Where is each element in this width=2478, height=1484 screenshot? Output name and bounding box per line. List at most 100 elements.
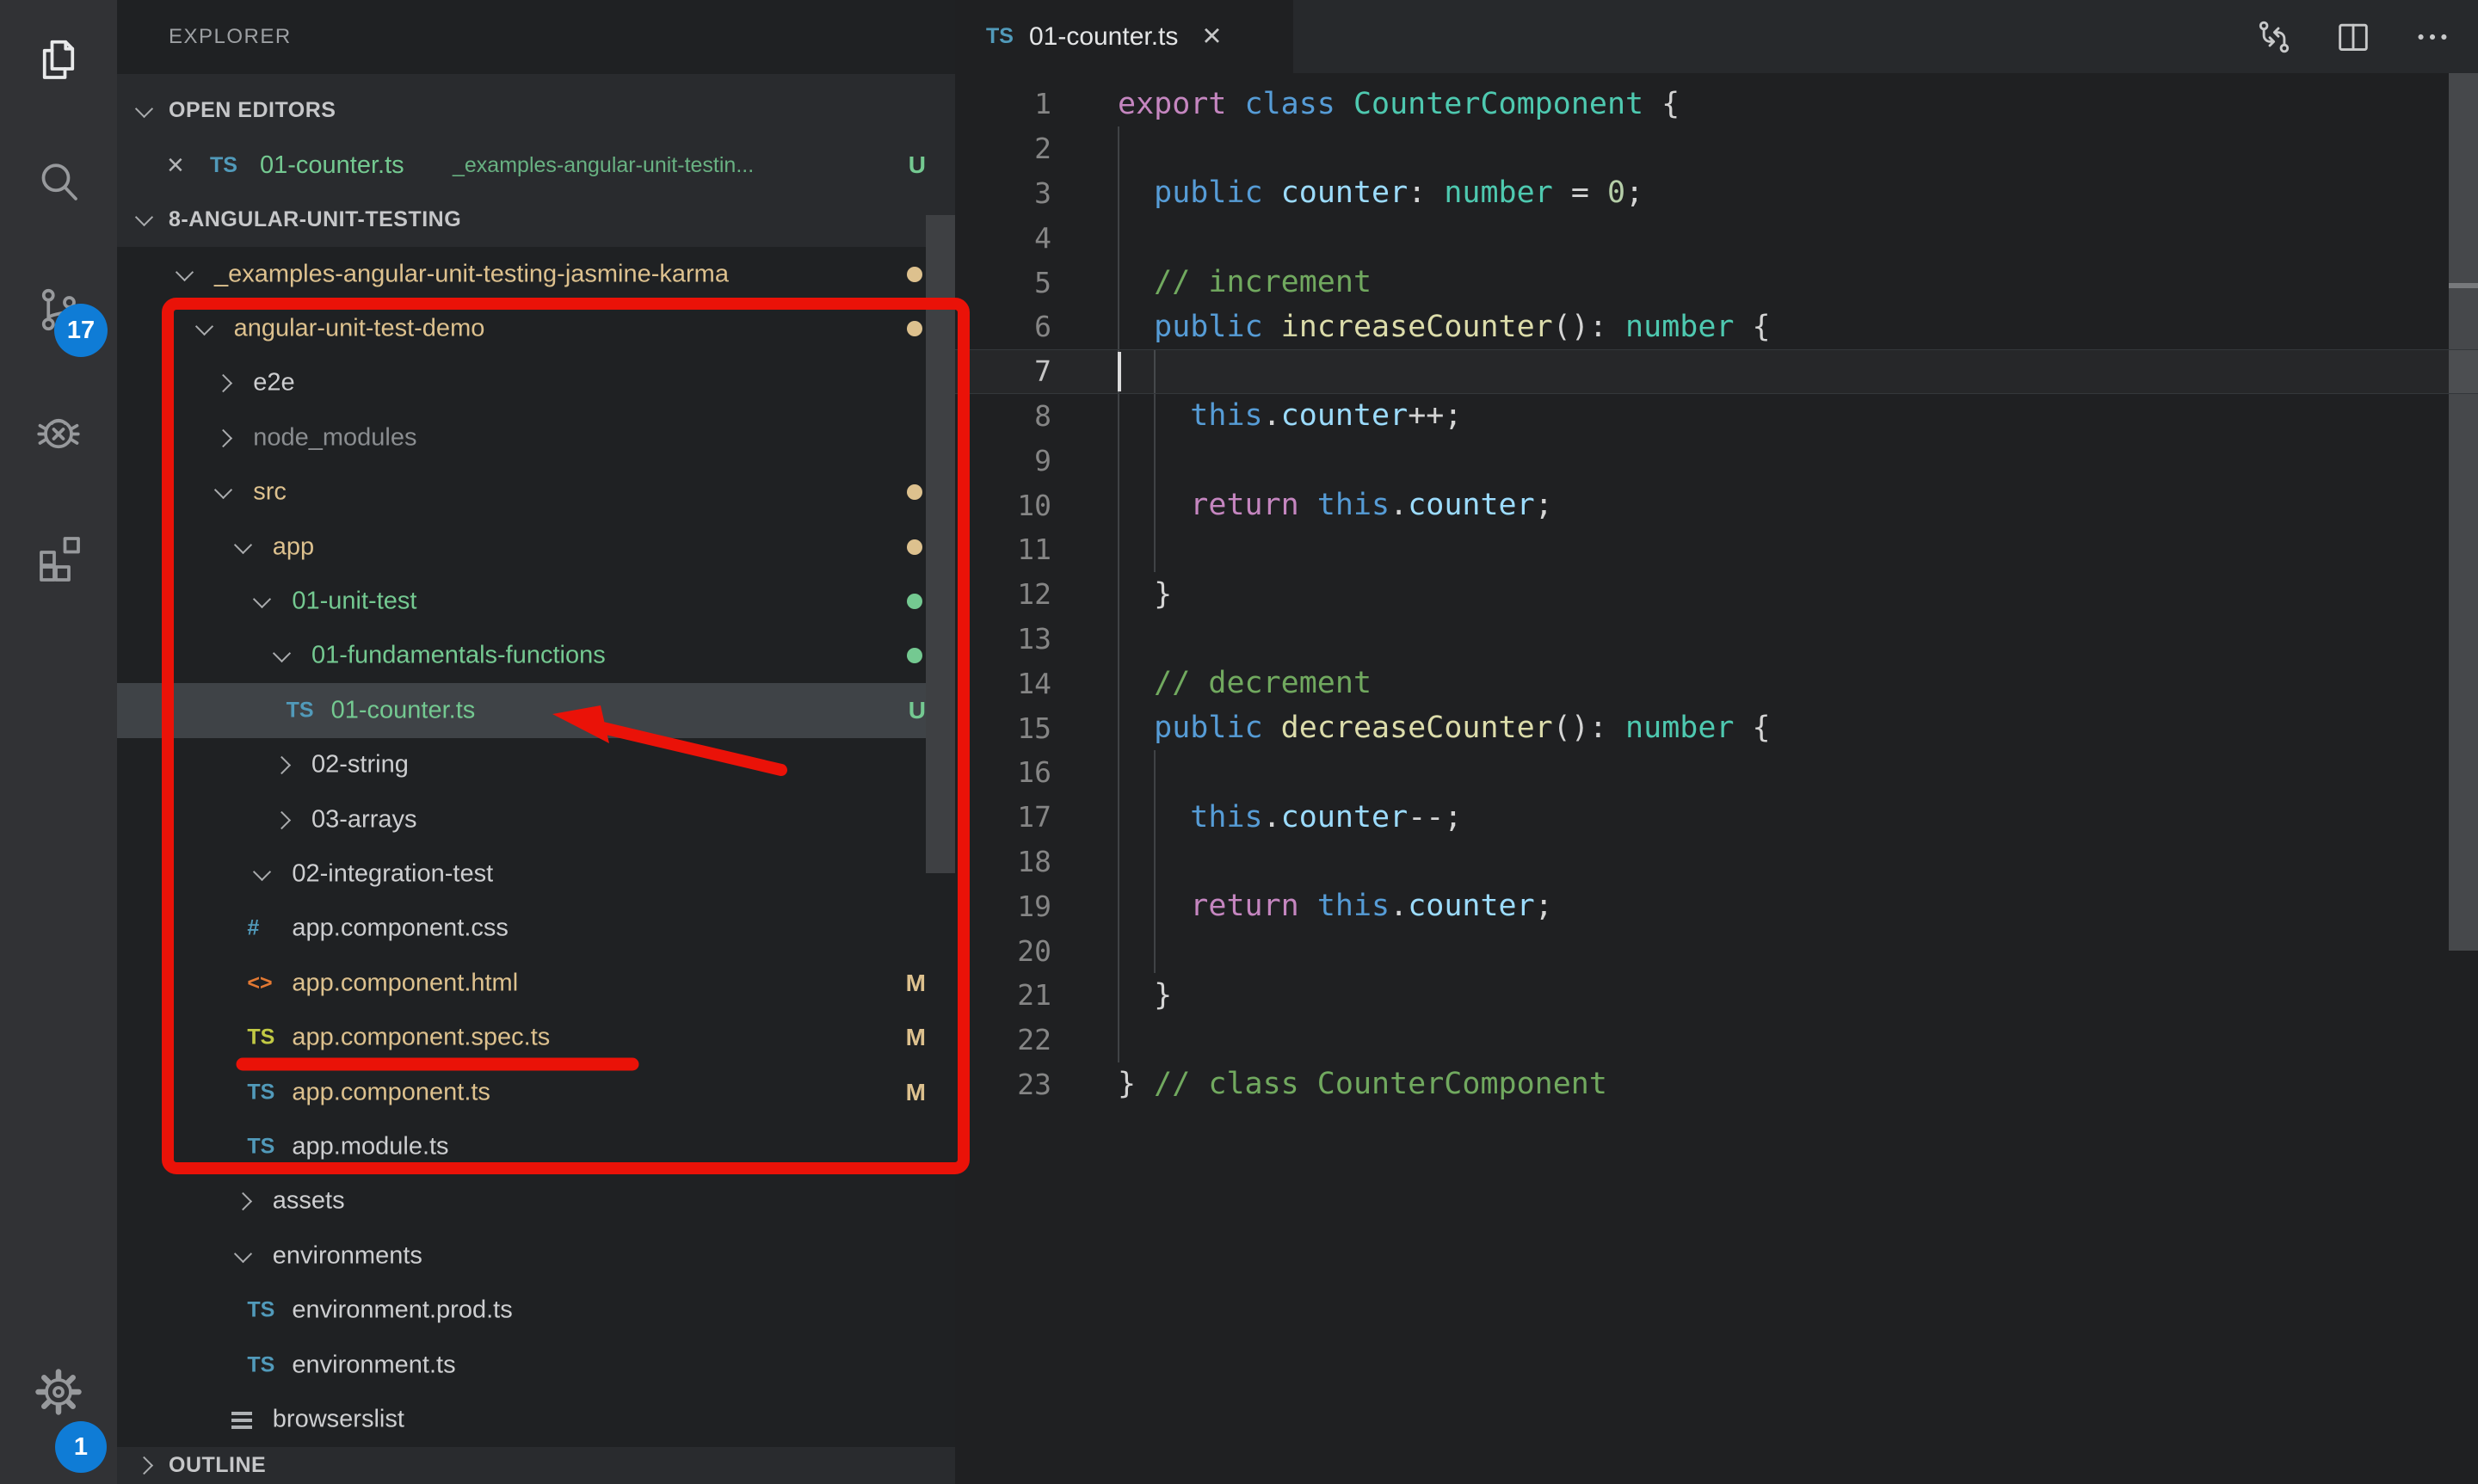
tree-item-label: app — [272, 533, 315, 561]
tree-item-01-unit-test[interactable]: 01-unit-test — [117, 574, 955, 628]
chevron-right-icon — [214, 374, 233, 393]
chevron-down-icon — [134, 208, 154, 227]
tree-item-label: environment.prod.ts — [292, 1296, 513, 1324]
tree-item-label: node_modules — [253, 423, 417, 452]
tree-item-app[interactable]: app — [117, 520, 955, 574]
line-number: 16 — [1017, 755, 1051, 790]
code-editor[interactable]: 1 export class CounterComponent {2 3 publi… — [955, 73, 2478, 1484]
ts-blue-file-icon: TS — [247, 1134, 275, 1159]
code-line-11: 11 — [955, 527, 2478, 572]
open-changes-icon[interactable] — [2254, 17, 2294, 57]
close-icon[interactable]: × — [1202, 18, 1221, 55]
line-number: 23 — [1017, 1067, 1051, 1101]
tree-item-label: app.component.spec.ts — [292, 1023, 551, 1051]
git-status-badge: M — [905, 1024, 926, 1051]
chevron-right-icon — [272, 810, 292, 829]
extensions-activity-button[interactable] — [33, 531, 84, 582]
chevron-down-icon — [233, 535, 252, 554]
tree-item-03-arrays[interactable]: 03-arrays — [117, 792, 955, 847]
tree-item-assets[interactable]: assets — [117, 1174, 955, 1228]
code-line-4: 4 — [955, 215, 2478, 260]
run-debug-activity-button[interactable] — [33, 405, 84, 457]
tree-item-label: environment.ts — [292, 1351, 456, 1378]
tree-item-app.component.ts[interactable]: TS app.component.ts M — [117, 1065, 955, 1119]
line-content: public increaseCounter(): number { — [1154, 309, 1771, 344]
workspace-folder-header[interactable]: 8-ANGULAR-UNIT-TESTING — [117, 193, 955, 247]
code-line-12: 12 } — [955, 572, 2478, 617]
code-line-20: 20 — [955, 928, 2478, 973]
more-actions-icon[interactable] — [2413, 17, 2452, 57]
tree-item-environments[interactable]: environments — [117, 1228, 955, 1283]
line-number: 1 — [1034, 87, 1051, 121]
outline-header[interactable]: OUTLINE — [117, 1446, 955, 1484]
editor-group: TS 01-counter.ts × 1 export class Counte… — [955, 0, 2478, 1484]
tree-item-label: app.module.ts — [292, 1132, 449, 1161]
line-number: 14 — [1017, 666, 1051, 700]
line-content: public counter: number = 0; — [1154, 175, 1644, 211]
settings-gear-button[interactable] — [33, 1366, 84, 1418]
ts-yellow-file-icon: TS — [247, 1025, 275, 1050]
code-line-1: 1 export class CounterComponent { — [955, 82, 2478, 126]
code-line-23: 23} // class CounterComponent — [955, 1062, 2478, 1107]
tree-item-02-integration-test[interactable]: 02-integration-test — [117, 847, 955, 901]
tree-item-angular-unit-test-demo[interactable]: angular-unit-test-demo — [117, 301, 955, 355]
open-editor-item[interactable]: × TS 01-counter.ts _examples-angular-uni… — [117, 138, 955, 192]
line-number: 4 — [1034, 220, 1051, 255]
code-line-21: 21 } — [955, 973, 2478, 1018]
tree-item-environment.ts[interactable]: TS environment.ts — [117, 1338, 955, 1392]
code-line-19: 19 return this.counter; — [955, 884, 2478, 928]
tree-item-label: app.component.ts — [292, 1078, 490, 1106]
tree-item-label: _examples-angular-unit-testing-jasmine-k… — [214, 260, 729, 288]
settings-badge: 1 — [55, 1421, 107, 1473]
line-number: 2 — [1034, 132, 1051, 166]
code-line-18: 18 — [955, 840, 2478, 884]
tree-item-app.component.spec.ts[interactable]: TS app.component.spec.ts M — [117, 1010, 955, 1064]
tree-item-label: app.component.html — [292, 969, 519, 997]
tree-item-label: e2e — [253, 368, 295, 397]
chevron-down-icon — [233, 1244, 252, 1263]
sidebar-scrollbar[interactable] — [926, 215, 955, 873]
search-activity-button[interactable] — [33, 156, 84, 207]
tree-item-node_modules[interactable]: node_modules — [117, 410, 955, 465]
line-number: 5 — [1034, 265, 1051, 299]
line-content: this.counter++; — [1190, 398, 1463, 434]
tree-item-01-counter.ts[interactable]: TS 01-counter.ts U — [117, 683, 955, 738]
vscode-window: 17 1 EXPLORER OPEN EDITORS × TS 01-count… — [0, 0, 2478, 1484]
code-line-8: 8 this.counter++; — [955, 394, 2478, 439]
line-number: 17 — [1017, 800, 1051, 834]
chevron-right-icon — [134, 1456, 154, 1475]
tree-item-app.component.css[interactable]: # app.component.css — [117, 902, 955, 956]
open-editors-header[interactable]: OPEN EDITORS — [117, 83, 955, 138]
tree-item-_examples-angular-unit-testing-jasmine-karma[interactable]: _examples-angular-unit-testing-jasmine-k… — [117, 247, 955, 301]
code-line-14: 14 // decrement — [955, 661, 2478, 705]
tree-item-app.component.html[interactable]: <> app.component.html M — [117, 956, 955, 1010]
line-content: } — [1118, 576, 1173, 612]
activity-bar: 17 1 — [0, 0, 117, 1484]
tree-item-label: app.component.css — [292, 914, 509, 942]
tree-item-label: 03-arrays — [311, 805, 417, 834]
tab-01-counter[interactable]: TS 01-counter.ts × — [955, 0, 1293, 73]
tree-item-02-string[interactable]: 02-string — [117, 738, 955, 792]
chevron-down-icon — [134, 99, 154, 118]
tree-item-01-fundamentals-functions[interactable]: 01-fundamentals-functions — [117, 629, 955, 683]
tree-item-label: angular-unit-test-demo — [233, 314, 485, 342]
line-content: export class CounterComponent { — [1118, 86, 1680, 121]
ts-blue-file-icon: TS — [247, 1297, 275, 1322]
code-line-3: 3 public counter: number = 0; — [955, 171, 2478, 216]
open-editors-label: OPEN EDITORS — [169, 98, 336, 123]
tree-item-e2e[interactable]: e2e — [117, 356, 955, 410]
explorer-activity-button[interactable] — [33, 34, 84, 86]
chevron-down-icon — [272, 644, 292, 663]
code-line-2: 2 — [955, 126, 2478, 171]
tree-item-app.module.ts[interactable]: TS app.module.ts — [117, 1119, 955, 1173]
sidebar-title: EXPLORER — [117, 0, 955, 74]
tree-item-environment.prod.ts[interactable]: TS environment.prod.ts — [117, 1283, 955, 1337]
tree-item-label: 01-unit-test — [292, 587, 417, 615]
tree-item-browserslist[interactable]: browserslist — [117, 1392, 955, 1446]
close-icon[interactable]: × — [167, 149, 184, 182]
line-content: this.counter--; — [1190, 799, 1463, 834]
split-editor-icon[interactable] — [2333, 17, 2373, 57]
tree-item-src[interactable]: src — [117, 465, 955, 520]
line-number: 18 — [1017, 844, 1051, 878]
code-line-5: 5 // increment — [955, 260, 2478, 305]
